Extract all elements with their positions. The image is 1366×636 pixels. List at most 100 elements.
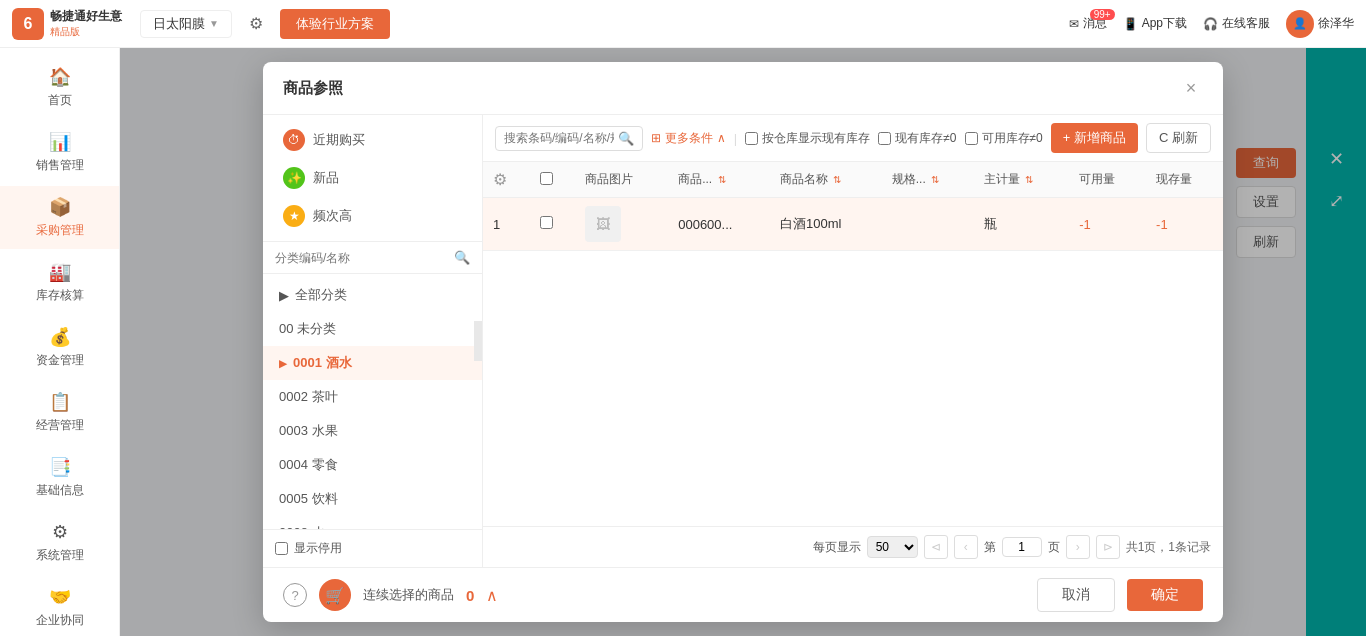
category-search-input[interactable] [275, 251, 450, 265]
th-spec-label: 规格... [892, 172, 926, 186]
category-search-icon[interactable]: 🔍 [454, 250, 470, 265]
collapse-footer-icon[interactable]: ∧ [486, 586, 498, 605]
sort-unit-icon[interactable]: ⇅ [1025, 174, 1033, 185]
chevron-down-icon: ▼ [209, 18, 219, 29]
per-page-select[interactable]: 50 10 20 100 [867, 536, 918, 558]
first-page-button[interactable]: ⊲ [924, 535, 948, 559]
quick-filter-freq[interactable]: ★ 频次高 [275, 199, 470, 233]
pagination-bar: 每页显示 50 10 20 100 ⊲ ‹ 第 页 [483, 526, 1223, 567]
checkbox-filter-1[interactable]: 现有库存≠0 [878, 130, 956, 147]
help-icon[interactable]: ? [283, 583, 307, 607]
main-layout: 🏠 首页 📊 销售管理 📦 采购管理 🏭 库存核算 💰 资金管理 📋 经营管理 … [0, 48, 1366, 636]
next-page-button[interactable]: › [1066, 535, 1090, 559]
logo-area: 6 畅捷通好生意 精品版 [12, 8, 132, 40]
td-available: -1 [1069, 198, 1146, 251]
th-name-label: 商品名称 [780, 172, 828, 186]
current-stock-checkbox[interactable] [878, 132, 891, 145]
page-label-suffix: 页 [1048, 539, 1060, 556]
category-list: ▶ 全部分类 00 未分类 ▶ 0001 酒水 0002 茶 [263, 274, 482, 529]
category-label-uncategorized: 00 未分类 [279, 320, 336, 338]
sidebar-item-finance[interactable]: 💰 资金管理 [0, 316, 119, 379]
category-label-fruit: 0003 水果 [279, 422, 338, 440]
product-search-input[interactable] [504, 131, 614, 145]
prev-page-button[interactable]: ‹ [954, 535, 978, 559]
add-product-button[interactable]: + 新增商品 [1051, 123, 1138, 153]
category-item-snack[interactable]: 0004 零食 [263, 448, 482, 482]
category-item-all[interactable]: ▶ 全部分类 [263, 278, 482, 312]
category-label-tea: 0002 茶叶 [279, 388, 338, 406]
checkbox-label-2: 可用库存≠0 [982, 130, 1043, 147]
sidebar-label-finance: 资金管理 [36, 352, 84, 369]
sidebar-item-sales[interactable]: 📊 销售管理 [0, 121, 119, 184]
cancel-button[interactable]: 取消 [1037, 578, 1115, 612]
cart-icon[interactable]: 🛒 [319, 579, 351, 611]
category-item-beverage[interactable]: 0005 饮料 [263, 482, 482, 516]
top-nav: 6 畅捷通好生意 精品版 日太阳膜 ▼ ⚙ 体验行业方案 ✉ 消息 99+ 📱 … [0, 0, 1366, 48]
sidebar-item-system[interactable]: ⚙ 系统管理 [0, 511, 119, 574]
inventory-icon: 🏭 [49, 261, 71, 283]
messages-button[interactable]: ✉ 消息 99+ [1069, 15, 1107, 32]
td-unit: 瓶 [974, 198, 1069, 251]
sidebar-label-inventory: 库存核算 [36, 287, 84, 304]
category-item-tea[interactable]: 0002 茶叶 [263, 380, 482, 414]
sales-icon: 📊 [49, 131, 71, 153]
sort-spec-icon[interactable]: ⇅ [931, 174, 939, 185]
sidebar-item-home[interactable]: 🏠 首页 [0, 56, 119, 119]
category-label-snack: 0004 零食 [279, 456, 338, 474]
quick-filter-new-label: 新品 [313, 169, 339, 187]
category-item-fruit[interactable]: 0003 水果 [263, 414, 482, 448]
sidebar-item-inventory[interactable]: 🏭 库存核算 [0, 251, 119, 314]
sidebar-label-system: 系统管理 [36, 547, 84, 564]
sidebar-item-basics[interactable]: 📑 基础信息 [0, 446, 119, 509]
content-area: ✕ ⤢ 查询 设置 刷新 商品参照 × [120, 48, 1366, 636]
confirm-button[interactable]: 确定 [1127, 579, 1203, 611]
trial-button[interactable]: 体验行业方案 [280, 9, 390, 39]
page-number-input[interactable] [1002, 537, 1042, 557]
product-search-box: 🔍 [495, 126, 643, 151]
sidebar-label-basics: 基础信息 [36, 482, 84, 499]
sidebar-item-enterprise[interactable]: 🤝 企业协同 [0, 576, 119, 636]
category-item-water[interactable]: 0008 水 [263, 516, 482, 529]
modal-footer: ? 🛒 连续选择的商品 0 ∧ 取消 确定 [263, 567, 1223, 622]
th-code-label: 商品... [678, 172, 712, 186]
sort-code-icon[interactable]: ⇅ [718, 174, 726, 185]
left-sidebar: 🏠 首页 📊 销售管理 📦 采购管理 🏭 库存核算 💰 资金管理 📋 经营管理 … [0, 48, 120, 636]
select-all-checkbox[interactable] [540, 172, 553, 185]
modal-close-button[interactable]: × [1179, 76, 1203, 100]
filter-separator: | [734, 131, 737, 146]
quick-filter-recent[interactable]: ⏱ 近期购买 [275, 123, 470, 157]
category-item-liquor[interactable]: ▶ 0001 酒水 [263, 346, 482, 380]
checkbox-filter-2[interactable]: 可用库存≠0 [965, 130, 1043, 147]
user-profile[interactable]: 👤 徐泽华 [1286, 10, 1354, 38]
row-checkbox[interactable] [540, 216, 553, 229]
category-panel: ⏱ 近期购买 ✨ 新品 ★ 频次高 [263, 115, 483, 567]
username: 徐泽华 [1318, 15, 1354, 32]
sort-name-icon[interactable]: ⇅ [833, 174, 841, 185]
sidebar-item-purchase[interactable]: 📦 采购管理 [0, 186, 119, 249]
quick-filter-new[interactable]: ✨ 新品 [275, 161, 470, 195]
modal-overlay: 商品参照 × ⏱ 近期购买 ✨ [120, 48, 1366, 636]
sidebar-label-home: 首页 [48, 92, 72, 109]
td-stock: -1 [1146, 198, 1223, 251]
selected-count: 0 [466, 587, 474, 604]
available-stock-checkbox[interactable] [965, 132, 978, 145]
category-item-uncategorized[interactable]: 00 未分类 [263, 312, 482, 346]
avatar: 👤 [1286, 10, 1314, 38]
checkbox-filter-0[interactable]: 按仓库显示现有库存 [745, 130, 870, 147]
sidebar-item-operations[interactable]: 📋 经营管理 [0, 381, 119, 444]
search-icon[interactable]: 🔍 [618, 131, 634, 146]
table-row: 1 🖼 000600... 白酒100ml 瓶 [483, 198, 1223, 251]
last-page-button[interactable]: ⊳ [1096, 535, 1120, 559]
sidebar-label-purchase: 采购管理 [36, 222, 84, 239]
show-disabled-checkbox[interactable] [275, 542, 288, 555]
th-unit-label: 主计量 [984, 172, 1020, 186]
app-download-button[interactable]: 📱 App下载 [1123, 15, 1187, 32]
td-name: 白酒100ml [770, 198, 882, 251]
filter-more-button[interactable]: ⊞ 更多条件 ∧ [651, 130, 726, 147]
warehouse-stock-checkbox[interactable] [745, 132, 758, 145]
category-panel-collapse-btn[interactable]: 《 [474, 321, 483, 361]
refresh-button[interactable]: C 刷新 [1146, 123, 1211, 153]
settings-icon[interactable]: ⚙ [240, 8, 272, 40]
customer-service-button[interactable]: 🎧 在线客服 [1203, 15, 1270, 32]
store-selector[interactable]: 日太阳膜 ▼ [140, 10, 232, 38]
